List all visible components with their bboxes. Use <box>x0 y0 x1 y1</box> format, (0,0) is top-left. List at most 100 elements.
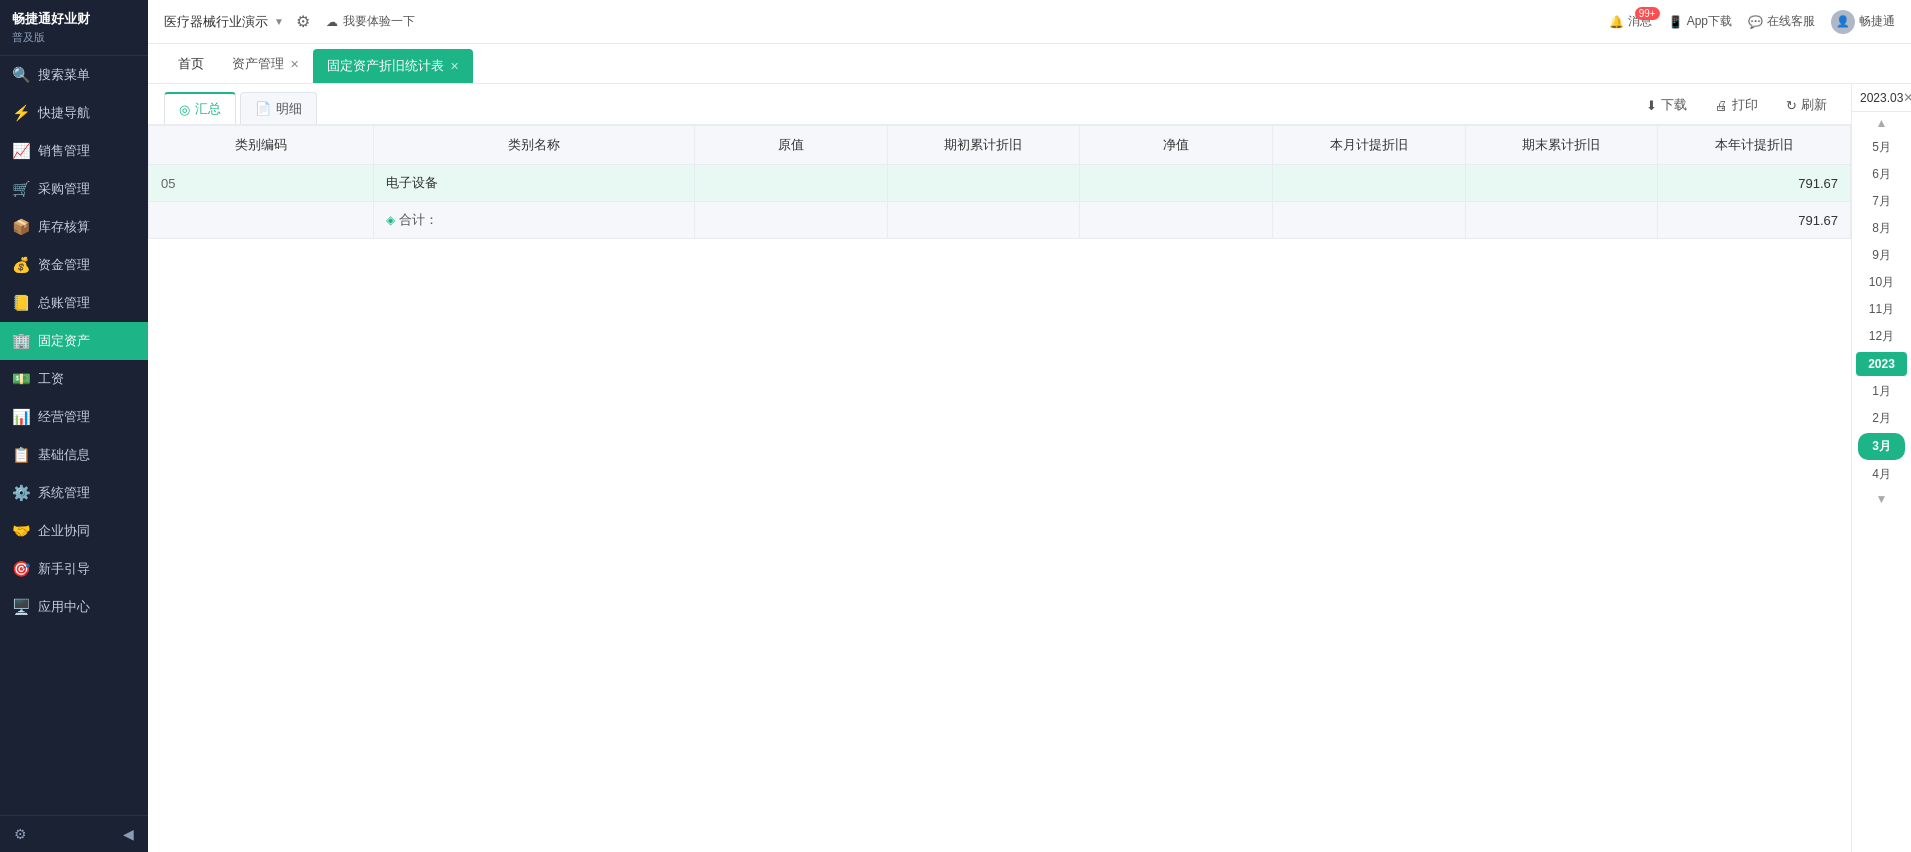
operations-icon: 📊 <box>12 408 30 426</box>
download-button[interactable]: ⬇ 下载 <box>1638 92 1695 118</box>
refresh-button[interactable]: ↻ 刷新 <box>1778 92 1835 118</box>
customer-service-button[interactable]: 💬 在线客服 <box>1748 13 1815 30</box>
sidebar-item-label: 企业协同 <box>38 522 90 540</box>
col-header-name: 类别名称 <box>373 126 694 165</box>
total-label-cell: ◈ 合计： <box>373 202 694 239</box>
tab-deprreport-close-icon[interactable]: ✕ <box>450 60 459 73</box>
total-empty <box>149 202 374 239</box>
company-name: 医疗器械行业演示 <box>164 13 268 31</box>
sidebar-item-fixedasset[interactable]: 🏢 固定资产 <box>0 322 148 360</box>
tab-assetmgmt-label: 资产管理 <box>232 55 284 73</box>
app-download-button[interactable]: 📱 App下载 <box>1668 13 1732 30</box>
detail-tab-icon: 📄 <box>255 101 271 116</box>
table-header-row: 类别编码 类别名称 原值 期初累计折旧 净值 本月计提折旧 期末累计折旧 本年计… <box>149 126 1851 165</box>
settings-footer-icon[interactable]: ⚙ <box>14 826 27 842</box>
date-month-7[interactable]: 7月 <box>1852 188 1911 215</box>
date-month-1[interactable]: 1月 <box>1852 378 1911 405</box>
sidebar-item-label: 新手引导 <box>38 560 90 578</box>
col-header-original: 原值 <box>694 126 887 165</box>
experience-label: 我要体验一下 <box>343 13 415 30</box>
date-month-12[interactable]: 12月 <box>1852 323 1911 350</box>
app-subtitle: 普及版 <box>12 30 136 45</box>
total-icon: ◈ <box>386 213 395 227</box>
sidebar-item-operations[interactable]: 📊 经营管理 <box>0 398 148 436</box>
subtab-detail-label: 明细 <box>276 100 302 118</box>
row-accumulated-depr <box>887 165 1080 202</box>
notification-button[interactable]: 🔔 消息 99+ <box>1609 13 1652 30</box>
sidebar-item-quicknav[interactable]: ⚡ 快捷导航 <box>0 94 148 132</box>
sidebar-item-payroll[interactable]: 💵 工资 <box>0 360 148 398</box>
total-net-value <box>1080 202 1273 239</box>
experience-button[interactable]: ☁ 我要体验一下 <box>326 13 415 30</box>
user-menu[interactable]: 👤 畅捷通 <box>1831 10 1895 34</box>
sidebar-item-sales[interactable]: 📈 销售管理 <box>0 132 148 170</box>
date-month-2[interactable]: 2月 <box>1852 405 1911 432</box>
tab-deprreport[interactable]: 固定资产折旧统计表 ✕ <box>313 49 473 83</box>
table-total-row: ◈ 合计： 791.67 <box>149 202 1851 239</box>
sidebar-footer: ⚙ ◀ <box>0 815 148 852</box>
total-yearly-depr: 791.67 <box>1658 202 1851 239</box>
tab-assetmgmt-close-icon[interactable]: ✕ <box>290 58 299 71</box>
print-button[interactable]: 🖨 打印 <box>1707 92 1766 118</box>
cloud-icon: ☁ <box>326 15 338 29</box>
sidebar-item-ledger[interactable]: 📒 总账管理 <box>0 284 148 322</box>
collapse-icon[interactable]: ◀ <box>123 826 134 842</box>
date-panel-top: 2023.03 ✕ ⤢ <box>1852 84 1911 112</box>
col-header-period-end-depr: 期末累计折旧 <box>1465 126 1658 165</box>
company-selector[interactable]: 医疗器械行业演示 ▼ <box>164 13 284 31</box>
service-icon: 💬 <box>1748 15 1763 29</box>
sidebar-item-inventory[interactable]: 📦 库存核算 <box>0 208 148 246</box>
date-month-4[interactable]: 4月 <box>1852 461 1911 488</box>
sidebar-item-sysadmin[interactable]: ⚙️ 系统管理 <box>0 474 148 512</box>
purchase-icon: 🛒 <box>12 180 30 198</box>
tab-home-label: 首页 <box>178 55 204 73</box>
date-month-3-active[interactable]: 3月 <box>1858 433 1905 460</box>
subtab-detail[interactable]: 📄 明细 <box>240 92 317 124</box>
bell-icon: 🔔 <box>1609 15 1624 29</box>
sidebar-item-search[interactable]: 🔍 搜索菜单 <box>0 56 148 94</box>
guide-icon: 🎯 <box>12 560 30 578</box>
sidebar-item-funds[interactable]: 💰 资金管理 <box>0 246 148 284</box>
date-panel: 2023.03 ✕ ⤢ ▲ 5月 6月 7月 8月 9月 10月 11月 12月… <box>1851 84 1911 852</box>
payroll-icon: 💵 <box>12 370 30 388</box>
sidebar-logo: 畅捷通好业财 普及版 <box>0 0 148 56</box>
date-month-6[interactable]: 6月 <box>1852 161 1911 188</box>
date-month-8[interactable]: 8月 <box>1852 215 1911 242</box>
funds-icon: 💰 <box>12 256 30 274</box>
tab-assetmgmt[interactable]: 资产管理 ✕ <box>218 47 313 83</box>
date-scroll-up[interactable]: ▲ <box>1872 112 1892 134</box>
sidebar-item-collab[interactable]: 🤝 企业协同 <box>0 512 148 550</box>
sidebar-item-baseinfo[interactable]: 📋 基础信息 <box>0 436 148 474</box>
sidebar-item-label: 经营管理 <box>38 408 90 426</box>
search-icon: 🔍 <box>12 66 30 84</box>
topbar-settings-icon[interactable]: ⚙ <box>296 12 310 31</box>
quicknav-icon: ⚡ <box>12 104 30 122</box>
total-accumulated-depr <box>887 202 1080 239</box>
subtab-summary-label: 汇总 <box>195 100 221 118</box>
date-month-10[interactable]: 10月 <box>1852 269 1911 296</box>
sidebar-item-label: 搜索菜单 <box>38 66 90 84</box>
tab-home[interactable]: 首页 <box>164 47 218 83</box>
date-scroll-down[interactable]: ▼ <box>1872 488 1892 510</box>
date-month-11[interactable]: 11月 <box>1852 296 1911 323</box>
date-year-2023[interactable]: 2023 <box>1856 352 1907 376</box>
sidebar-nav: 🔍 搜索菜单 ⚡ 快捷导航 📈 销售管理 🛒 采购管理 📦 库存核算 💰 资金管… <box>0 56 148 815</box>
depreciation-table-container: 类别编码 类别名称 原值 期初累计折旧 净值 本月计提折旧 期末累计折旧 本年计… <box>148 125 1851 852</box>
sidebar-item-guide[interactable]: 🎯 新手引导 <box>0 550 148 588</box>
notif-badge: 99+ <box>1635 7 1660 20</box>
sidebar-item-label: 销售管理 <box>38 142 90 160</box>
sidebar-item-label: 应用中心 <box>38 598 90 616</box>
app-icon: 📱 <box>1668 15 1683 29</box>
sidebar-item-purchase[interactable]: 🛒 采购管理 <box>0 170 148 208</box>
date-month-9[interactable]: 9月 <box>1852 242 1911 269</box>
summary-tab-icon: ◎ <box>179 102 190 117</box>
print-icon: 🖨 <box>1715 98 1728 113</box>
subtab-summary[interactable]: ◎ 汇总 <box>164 92 236 124</box>
col-header-code: 类别编码 <box>149 126 374 165</box>
col-header-net-value: 净值 <box>1080 126 1273 165</box>
sidebar-item-appcenter[interactable]: 🖥️ 应用中心 <box>0 588 148 626</box>
date-month-5[interactable]: 5月 <box>1852 134 1911 161</box>
sidebar: 畅捷通好业财 普及版 🔍 搜索菜单 ⚡ 快捷导航 📈 销售管理 🛒 采购管理 📦… <box>0 0 148 852</box>
date-panel-close-btn[interactable]: ✕ <box>1903 90 1911 105</box>
ledger-icon: 📒 <box>12 294 30 312</box>
